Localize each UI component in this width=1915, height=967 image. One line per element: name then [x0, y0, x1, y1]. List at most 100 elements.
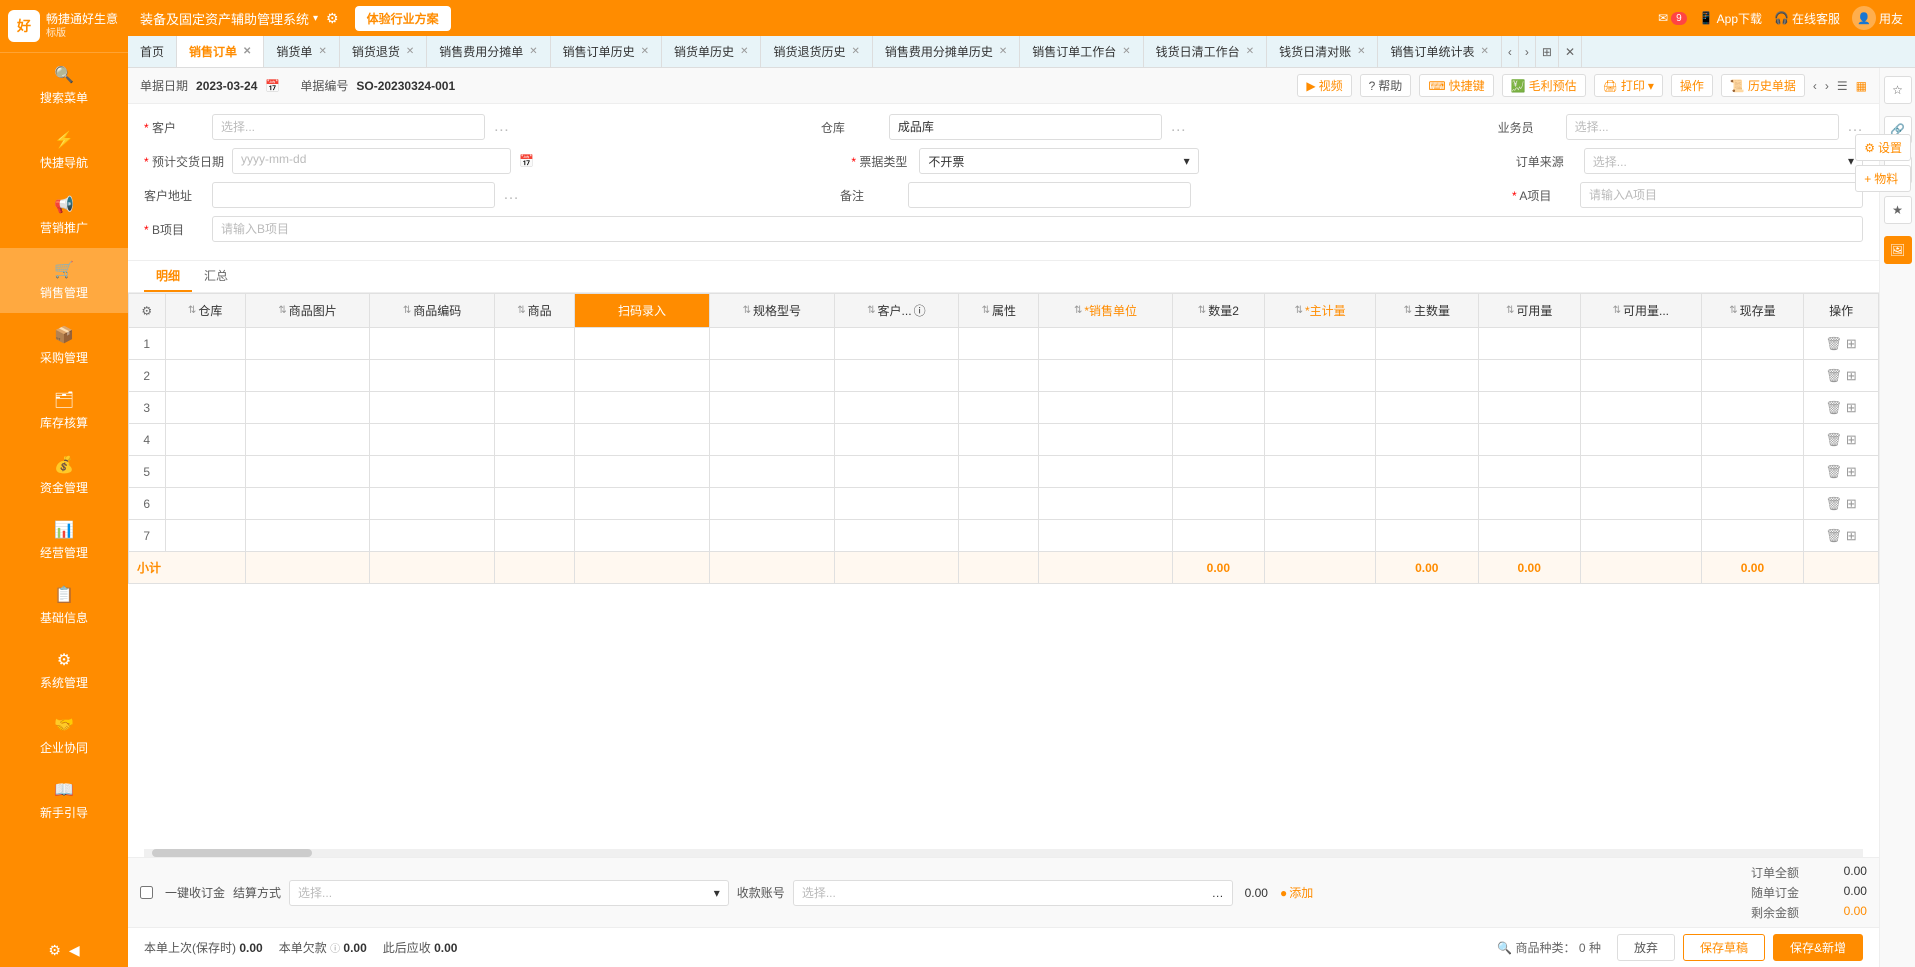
- operate-btn[interactable]: 操作: [1671, 74, 1713, 97]
- table-cell[interactable]: [1039, 488, 1172, 520]
- tab-sales-invoice[interactable]: 销货单 ✕: [264, 36, 339, 68]
- topbar-user[interactable]: 👤 用友: [1852, 6, 1903, 30]
- solution-button[interactable]: 体验行业方案: [355, 6, 451, 31]
- profit-btn[interactable]: 💹 毛利预估: [1502, 74, 1586, 97]
- table-cell[interactable]: [1580, 424, 1701, 456]
- table-cell[interactable]: [1376, 392, 1478, 424]
- history-btn[interactable]: 📜 历史单据: [1721, 74, 1805, 97]
- table-cell[interactable]: [1376, 424, 1478, 456]
- right-panel-btn-1[interactable]: ☆: [1884, 76, 1912, 104]
- tab-prev-btn[interactable]: ‹: [1502, 36, 1519, 68]
- table-cell[interactable]: [494, 456, 574, 488]
- a-project-input[interactable]: 请输入A项目: [1580, 182, 1863, 208]
- table-cell[interactable]: [1580, 392, 1701, 424]
- account-select[interactable]: 选择... …: [793, 880, 1233, 906]
- table-cell[interactable]: [1701, 424, 1803, 456]
- sort-icon[interactable]: ⇅: [1074, 305, 1082, 316]
- row-copy-icon[interactable]: ⊞: [1846, 432, 1857, 448]
- horizontal-scrollbar[interactable]: [144, 849, 1863, 857]
- table-cell[interactable]: [494, 392, 574, 424]
- table-cell[interactable]: [165, 328, 245, 360]
- one-click-checkbox[interactable]: [140, 886, 153, 899]
- sort-icon[interactable]: ⇅: [188, 305, 196, 316]
- table-cell[interactable]: [834, 488, 959, 520]
- table-cell[interactable]: [1172, 328, 1265, 360]
- tab-daily-workbench[interactable]: 钱货日清工作台 ✕: [1144, 36, 1267, 68]
- table-cell[interactable]: [575, 456, 710, 488]
- remark-input[interactable]: [908, 182, 1191, 208]
- table-cell[interactable]: [1701, 488, 1803, 520]
- row-delete-icon[interactable]: 🗑: [1825, 368, 1842, 384]
- table-cell[interactable]: [1478, 488, 1580, 520]
- row-copy-icon[interactable]: ⊞: [1846, 336, 1857, 352]
- tab-sales-return[interactable]: 销货退货 ✕: [340, 36, 427, 68]
- table-cell[interactable]: [959, 456, 1039, 488]
- column-settings-icon[interactable]: ⚙: [141, 304, 152, 318]
- table-cell[interactable]: [370, 360, 495, 392]
- tab-return-history[interactable]: 销货退货历史 ✕: [761, 36, 872, 68]
- tab-close-icon[interactable]: ✕: [529, 46, 537, 57]
- tab-close-icon[interactable]: ✕: [1122, 46, 1130, 57]
- customer-input[interactable]: 选择...: [212, 114, 485, 140]
- row-copy-icon[interactable]: ⊞: [1846, 496, 1857, 512]
- sidebar-item-enterprise[interactable]: 🤝 企业协同: [0, 703, 128, 768]
- sidebar-item-inventory[interactable]: 🗂 库存核算: [0, 378, 128, 443]
- staff-input[interactable]: 选择...: [1566, 114, 1839, 140]
- table-cell[interactable]: [370, 328, 495, 360]
- sidebar-item-basic[interactable]: 📋 基础信息: [0, 573, 128, 638]
- sort-icon[interactable]: ⇅: [1198, 305, 1206, 316]
- table-cell[interactable]: [1580, 520, 1701, 552]
- scan-button[interactable]: 扫码录入: [610, 300, 674, 321]
- table-cell[interactable]: [710, 328, 835, 360]
- sidebar-item-system[interactable]: ⚙ 系统管理: [0, 638, 128, 703]
- table-cell[interactable]: [959, 392, 1039, 424]
- table-cell[interactable]: [1265, 360, 1376, 392]
- th-scan[interactable]: 扫码录入: [575, 294, 710, 328]
- sidebar-item-marketing[interactable]: 📢 营销推广: [0, 183, 128, 248]
- topbar-gear-icon[interactable]: ⚙: [326, 10, 339, 27]
- table-cell[interactable]: [710, 520, 835, 552]
- table-cell[interactable]: [494, 328, 574, 360]
- add-material-btn[interactable]: + 物料: [1855, 165, 1879, 192]
- sort-icon[interactable]: ⇅: [1613, 305, 1621, 316]
- tab-close-icon[interactable]: ✕: [1481, 46, 1489, 57]
- table-cell[interactable]: [834, 360, 959, 392]
- table-cell[interactable]: [1376, 456, 1478, 488]
- table-cell[interactable]: [1265, 392, 1376, 424]
- tab-invoice-history[interactable]: 销货单历史 ✕: [662, 36, 761, 68]
- table-cell[interactable]: [245, 328, 370, 360]
- right-panel-btn-5[interactable]: 🖼: [1884, 236, 1912, 264]
- table-cell[interactable]: [710, 424, 835, 456]
- table-cell[interactable]: [1376, 488, 1478, 520]
- table-cell[interactable]: [1039, 456, 1172, 488]
- row-delete-icon[interactable]: 🗑: [1825, 464, 1842, 480]
- table-cell[interactable]: [1478, 456, 1580, 488]
- delivery-date-input[interactable]: yyyy-mm-dd: [232, 148, 511, 174]
- table-cell[interactable]: [710, 392, 835, 424]
- table-cell[interactable]: [834, 392, 959, 424]
- table-cell[interactable]: [245, 488, 370, 520]
- table-cell[interactable]: [710, 488, 835, 520]
- table-cell[interactable]: [959, 520, 1039, 552]
- table-cell[interactable]: [1701, 360, 1803, 392]
- print-btn[interactable]: 🖨 打印 ▾: [1594, 74, 1663, 97]
- table-cell[interactable]: [710, 456, 835, 488]
- table-cell[interactable]: [1039, 360, 1172, 392]
- table-cell[interactable]: [575, 520, 710, 552]
- table-cell[interactable]: [1478, 360, 1580, 392]
- row-copy-icon[interactable]: ⊞: [1846, 528, 1857, 544]
- sort-icon[interactable]: ⇅: [278, 305, 286, 316]
- table-cell[interactable]: [834, 424, 959, 456]
- row-delete-icon[interactable]: 🗑: [1825, 336, 1842, 352]
- system-title-dropdown-icon[interactable]: ▾: [313, 13, 318, 24]
- table-cell[interactable]: [1039, 328, 1172, 360]
- row-copy-icon[interactable]: ⊞: [1846, 464, 1857, 480]
- shortcut-btn[interactable]: ⌨ 快捷键: [1419, 74, 1493, 97]
- tab-order-workbench[interactable]: 销售订单工作台 ✕: [1020, 36, 1143, 68]
- tab-close-icon[interactable]: ✕: [406, 46, 414, 57]
- table-cell[interactable]: [1172, 392, 1265, 424]
- tab-daily-reconcile[interactable]: 钱货日清对账 ✕: [1267, 36, 1378, 68]
- tab-close-icon[interactable]: ✕: [1357, 46, 1365, 57]
- tab-sales-expense[interactable]: 销售费用分摊单 ✕: [427, 36, 550, 68]
- tab-close-icon[interactable]: ✕: [1246, 46, 1254, 57]
